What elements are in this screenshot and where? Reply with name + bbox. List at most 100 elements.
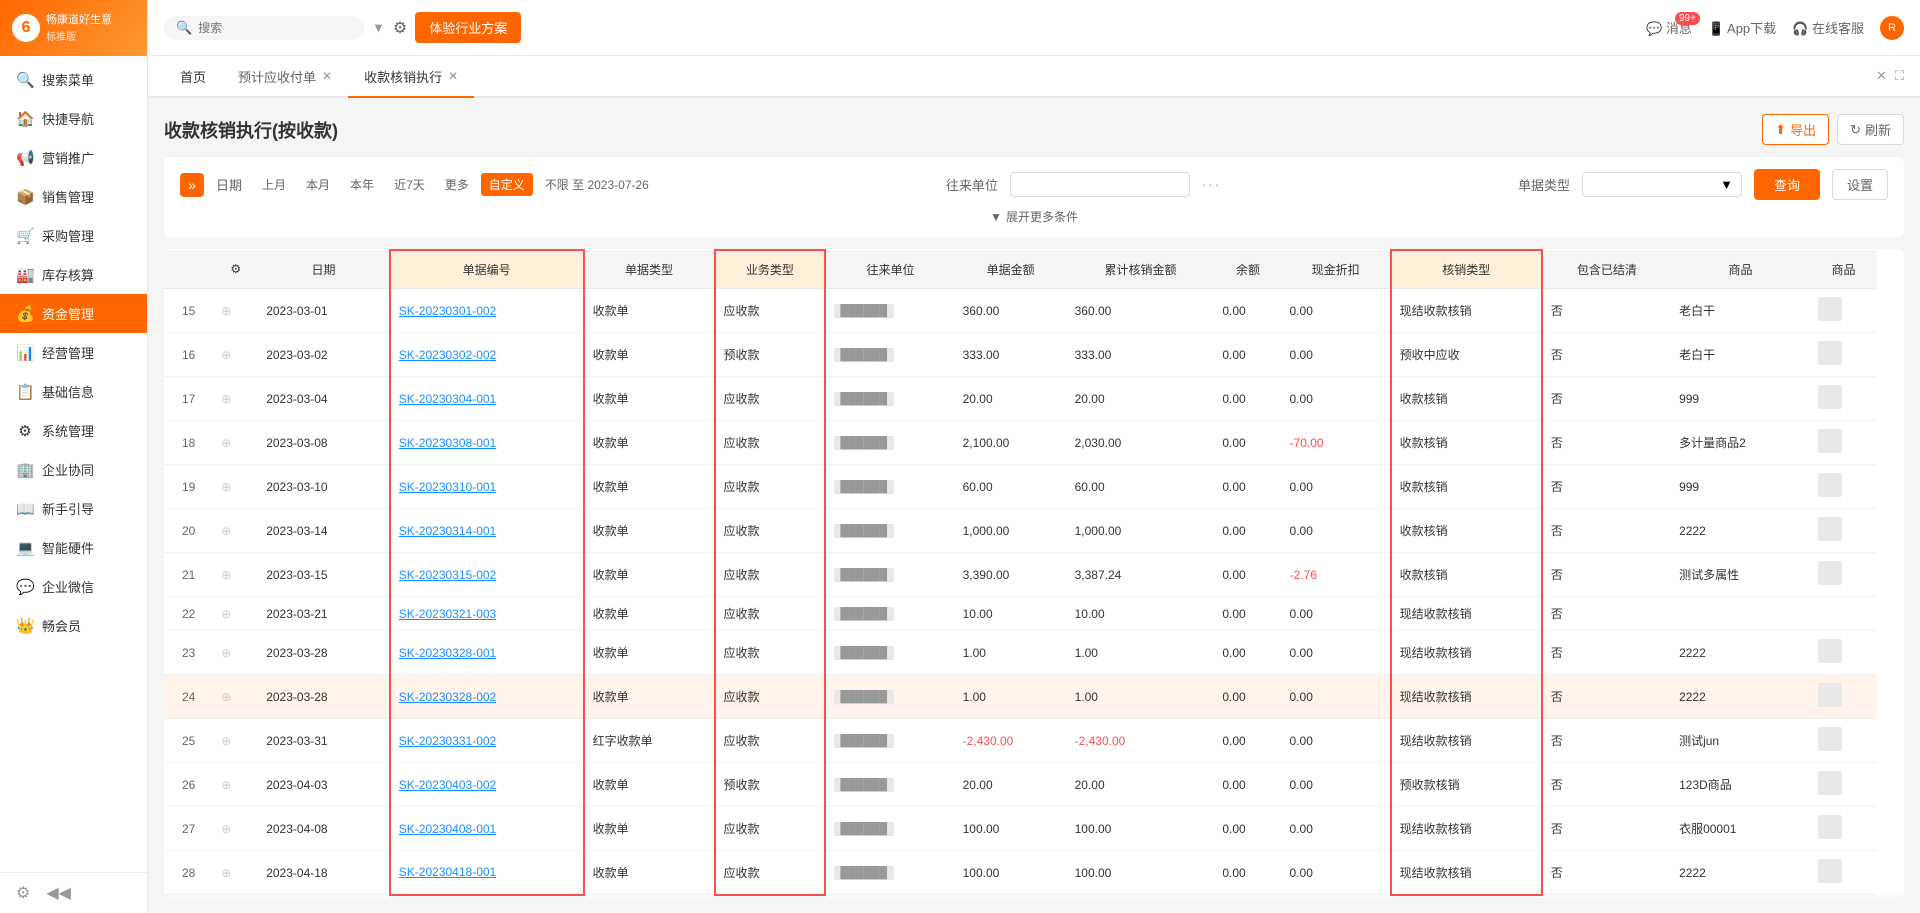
table-row[interactable]: 25⊕2023-03-31SK-20230331-002红字收款单应收款████… bbox=[164, 719, 1904, 763]
row-settings-icon[interactable]: ⊕ bbox=[221, 866, 231, 880]
date-btn-更多[interactable]: 更多 bbox=[437, 173, 477, 196]
sidebar-item-member[interactable]: 👑畅会员 bbox=[0, 606, 147, 645]
table-row[interactable]: 16⊕2023-03-02SK-20230302-002收款单预收款██████… bbox=[164, 333, 1904, 377]
refresh-button[interactable]: ↻ 刷新 bbox=[1837, 114, 1904, 145]
voucher-type-select[interactable]: ▼ bbox=[1582, 172, 1742, 197]
partner-filter-dots[interactable]: ··· bbox=[1202, 177, 1221, 192]
row-settings-icon[interactable]: ⊕ bbox=[221, 646, 231, 660]
table-row[interactable]: 24⊕2023-03-28SK-20230328-002收款单应收款██████… bbox=[164, 675, 1904, 719]
tab-首页[interactable]: 首页 bbox=[164, 56, 222, 98]
sidebar-item-operations[interactable]: 📊经营管理 bbox=[0, 333, 147, 372]
table-row[interactable]: 15⊕2023-03-01SK-20230301-002收款单应收款██████… bbox=[164, 289, 1904, 333]
row-settings-icon[interactable]: ⊕ bbox=[221, 778, 231, 792]
cell-voucher_no[interactable]: SK-20230418-001 bbox=[390, 851, 584, 895]
tab-收款核销执行[interactable]: 收款核销执行✕ bbox=[348, 56, 474, 98]
row-settings-icon[interactable]: ⊕ bbox=[221, 607, 231, 621]
row-settings-icon[interactable]: ⊕ bbox=[221, 690, 231, 704]
cell-voucher_no[interactable]: SK-20230321-003 bbox=[390, 597, 584, 631]
notification-area[interactable]: 💬 消息 99+ bbox=[1646, 18, 1692, 37]
date-btn-本年[interactable]: 本年 bbox=[342, 173, 382, 196]
cell-voucher_no[interactable]: SK-20230301-002 bbox=[390, 289, 584, 333]
tab-close-icon[interactable]: ✕ bbox=[322, 69, 332, 83]
date-btn-近7天[interactable]: 近7天 bbox=[386, 173, 433, 196]
cell-voucher_no[interactable]: SK-20230308-001 bbox=[390, 421, 584, 465]
row-settings-icon[interactable]: ⊕ bbox=[221, 392, 231, 406]
date-btn-本月[interactable]: 本月 bbox=[298, 173, 338, 196]
partner-filter-input[interactable] bbox=[1010, 172, 1190, 197]
sidebar-item-enterprise[interactable]: 🏢企业协同 bbox=[0, 450, 147, 489]
cell-voucher_no[interactable]: SK-20230331-002 bbox=[390, 719, 584, 763]
dropdown-arrow[interactable]: ▼ bbox=[372, 20, 385, 35]
tab-close-icon[interactable]: ✕ bbox=[448, 69, 458, 83]
row-settings-icon[interactable]: ⊕ bbox=[221, 304, 231, 318]
voucher-link[interactable]: SK-20230315-002 bbox=[399, 568, 496, 582]
cell-voucher_no[interactable]: SK-20230408-001 bbox=[390, 807, 584, 851]
online-service-link[interactable]: 🎧 在线客服 bbox=[1792, 18, 1864, 37]
voucher-link[interactable]: SK-20230328-002 bbox=[399, 690, 496, 704]
table-row[interactable]: 28⊕2023-04-18SK-20230418-001收款单应收款██████… bbox=[164, 851, 1904, 895]
expand-more-button[interactable]: ▼ 展开更多条件 bbox=[990, 208, 1078, 225]
app-download-link[interactable]: 📱 App下载 bbox=[1708, 18, 1776, 37]
row-settings-icon[interactable]: ⊕ bbox=[221, 524, 231, 538]
cell-voucher_no[interactable]: SK-20230310-001 bbox=[390, 465, 584, 509]
sidebar-item-guide[interactable]: 📖新手引导 bbox=[0, 489, 147, 528]
cell-voucher_no[interactable]: SK-20230302-002 bbox=[390, 333, 584, 377]
tab-预计应收付单[interactable]: 预计应收付单✕ bbox=[222, 56, 348, 98]
row-settings-icon[interactable]: ⊕ bbox=[221, 348, 231, 362]
table-row[interactable]: 26⊕2023-04-03SK-20230403-002收款单预收款██████… bbox=[164, 763, 1904, 807]
sidebar-item-hardware[interactable]: 💻智能硬件 bbox=[0, 528, 147, 567]
cell-voucher_no[interactable]: SK-20230328-001 bbox=[390, 631, 584, 675]
settings-button[interactable]: 设置 bbox=[1832, 169, 1888, 200]
table-row[interactable]: 22⊕2023-03-21SK-20230321-003收款单应收款██████… bbox=[164, 597, 1904, 631]
sidebar-item-system[interactable]: ⚙系统管理 bbox=[0, 411, 147, 450]
row-settings-icon[interactable]: ⊕ bbox=[221, 822, 231, 836]
row-settings-icon[interactable]: ⊕ bbox=[221, 734, 231, 748]
sidebar-item-search[interactable]: 🔍搜索菜单 bbox=[0, 60, 147, 99]
search-input[interactable] bbox=[198, 21, 338, 35]
voucher-link[interactable]: SK-20230321-003 bbox=[399, 607, 496, 621]
table-row[interactable]: 23⊕2023-03-28SK-20230328-001收款单应收款██████… bbox=[164, 631, 1904, 675]
voucher-link[interactable]: SK-20230314-001 bbox=[399, 524, 496, 538]
sidebar-item-wechat[interactable]: 💬企业微信 bbox=[0, 567, 147, 606]
cell-voucher_no[interactable]: SK-20230315-002 bbox=[390, 553, 584, 597]
row-settings-icon[interactable]: ⊕ bbox=[221, 436, 231, 450]
sidebar-item-sales[interactable]: 📦销售管理 bbox=[0, 177, 147, 216]
sidebar-item-quicknav[interactable]: 🏠快捷导航 bbox=[0, 99, 147, 138]
filter-expand-button[interactable]: » bbox=[180, 173, 204, 197]
voucher-link[interactable]: SK-20230403-002 bbox=[399, 778, 496, 792]
voucher-link[interactable]: SK-20230304-001 bbox=[399, 392, 496, 406]
sidebar-settings-icon[interactable]: ⚙ bbox=[16, 883, 30, 903]
voucher-link[interactable]: SK-20230310-001 bbox=[399, 480, 496, 494]
voucher-link[interactable]: SK-20230308-001 bbox=[399, 436, 496, 450]
cell-voucher_no[interactable]: SK-20230314-001 bbox=[390, 509, 584, 553]
col-header-settings[interactable]: ⚙ bbox=[213, 250, 258, 289]
industry-solution-button[interactable]: 体验行业方案 bbox=[415, 12, 521, 43]
export-button[interactable]: ⬆ 导出 bbox=[1762, 114, 1829, 145]
table-row[interactable]: 21⊕2023-03-15SK-20230315-002收款单应收款██████… bbox=[164, 553, 1904, 597]
date-btn-custom[interactable]: 自定义 bbox=[481, 173, 533, 196]
voucher-link[interactable]: SK-20230408-001 bbox=[399, 822, 496, 836]
voucher-link[interactable]: SK-20230418-001 bbox=[399, 865, 496, 879]
table-row[interactable]: 19⊕2023-03-10SK-20230310-001收款单应收款██████… bbox=[164, 465, 1904, 509]
sidebar-item-basics[interactable]: 📋基础信息 bbox=[0, 372, 147, 411]
cell-voucher_no[interactable]: SK-20230403-002 bbox=[390, 763, 584, 807]
date-btn-上月[interactable]: 上月 bbox=[254, 173, 294, 196]
table-row[interactable]: 20⊕2023-03-14SK-20230314-001收款单应收款██████… bbox=[164, 509, 1904, 553]
table-row[interactable]: 27⊕2023-04-08SK-20230408-001收款单应收款██████… bbox=[164, 807, 1904, 851]
row-settings-icon[interactable]: ⊕ bbox=[221, 568, 231, 582]
sidebar-item-inventory[interactable]: 🏭库存核算 bbox=[0, 255, 147, 294]
tab-expand[interactable]: ⛶ bbox=[1895, 68, 1904, 84]
global-search[interactable]: 🔍 bbox=[164, 16, 364, 40]
sidebar-item-finance[interactable]: 💰资金管理 bbox=[0, 294, 147, 333]
row-settings-icon[interactable]: ⊕ bbox=[221, 480, 231, 494]
sidebar-collapse-icon[interactable]: ◀◀ bbox=[46, 883, 71, 903]
voucher-link[interactable]: SK-20230331-002 bbox=[399, 734, 496, 748]
sidebar-item-purchase[interactable]: 🛒采购管理 bbox=[0, 216, 147, 255]
cell-voucher_no[interactable]: SK-20230304-001 bbox=[390, 377, 584, 421]
voucher-link[interactable]: SK-20230328-001 bbox=[399, 646, 496, 660]
voucher-link[interactable]: SK-20230302-002 bbox=[399, 348, 496, 362]
settings-gear-icon[interactable]: ⚙ bbox=[393, 18, 407, 38]
table-row[interactable]: 18⊕2023-03-08SK-20230308-001收款单应收款██████… bbox=[164, 421, 1904, 465]
cell-voucher_no[interactable]: SK-20230328-002 bbox=[390, 675, 584, 719]
sidebar-item-marketing[interactable]: 📢营销推广 bbox=[0, 138, 147, 177]
